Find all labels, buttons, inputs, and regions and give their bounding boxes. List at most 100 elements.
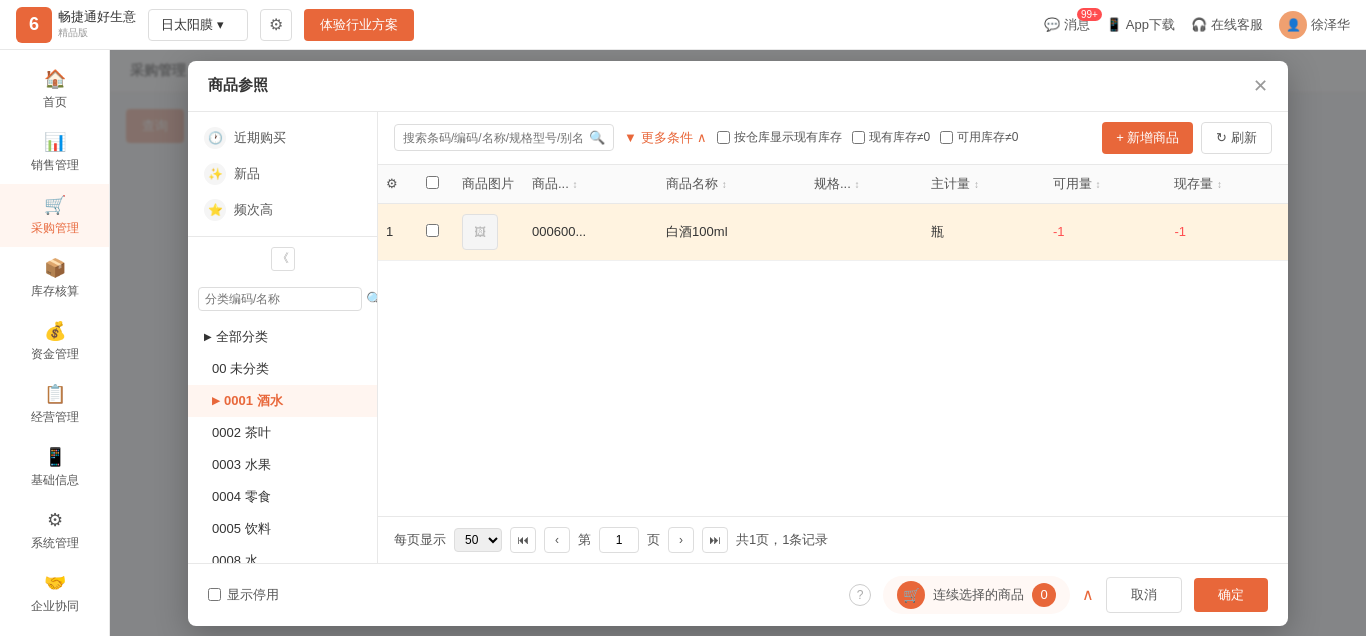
- recent-icon: 🕐: [204, 127, 226, 149]
- col-unit[interactable]: 主计量: [923, 165, 1045, 204]
- product-table: ⚙ 商品图片 商品...: [378, 165, 1288, 261]
- sidebar-item-cooperation[interactable]: 🤝 企业协同: [0, 562, 109, 625]
- logo-sub: 精品版: [58, 26, 136, 40]
- filter-by-warehouse[interactable]: 按仓库显示现有库存: [717, 129, 842, 146]
- top-nav: 6 畅捷通好生意 精品版 日太阳膜 ▾ ⚙ 体验行业方案 💬 消息 99+ 📱 …: [0, 0, 1366, 50]
- first-page-button[interactable]: ⏮: [510, 527, 536, 553]
- nav-right: 💬 消息 99+ 📱 App下载 🎧 在线客服 👤 徐泽华: [1044, 11, 1350, 39]
- left-panel: 🕐 近期购买 ✨ 新品 ⭐ 频次高: [188, 112, 378, 563]
- sidebar-item-operations[interactable]: 📋 经营管理: [0, 373, 109, 436]
- quick-filter-new[interactable]: ✨ 新品: [188, 156, 377, 192]
- user-nav-item[interactable]: 👤 徐泽华: [1279, 11, 1350, 39]
- system-icon: ⚙: [47, 509, 63, 531]
- filter-nonzero-available[interactable]: 可用库存≠0: [940, 129, 1018, 146]
- trial-button[interactable]: 体验行业方案: [304, 9, 414, 41]
- collapse-panel-button[interactable]: 《: [271, 247, 295, 271]
- sales-icon: 📊: [44, 131, 66, 153]
- cooperation-icon: 🤝: [44, 572, 66, 594]
- product-thumbnail: 🖼: [462, 214, 498, 250]
- tenant-dropdown[interactable]: 日太阳膜 ▾: [148, 9, 248, 41]
- category-search-input[interactable]: [198, 287, 362, 311]
- col-code[interactable]: 商品...: [524, 165, 658, 204]
- home-icon: 🏠: [44, 68, 66, 90]
- modal-overlay: 商品参照 ✕ 🕐 近期购买 ✨ 新: [110, 50, 1366, 636]
- col-image: 商品图片: [454, 165, 524, 204]
- col-settings[interactable]: ⚙: [378, 165, 418, 204]
- sidebar-item-inventory[interactable]: 📦 库存核算: [0, 247, 109, 310]
- pagination-bar: 每页显示 50 ⏮ ‹ 第 页 › ⏭ 共1页，1条记录: [378, 516, 1288, 563]
- modal-title: 商品参照: [208, 76, 268, 95]
- sidebar-item-sales[interactable]: 📊 销售管理: [0, 121, 109, 184]
- cat-item-water[interactable]: 0008 水: [188, 545, 377, 563]
- modal-close-button[interactable]: ✕: [1253, 75, 1268, 97]
- cat-item-fruit[interactable]: 0003 水果: [188, 449, 377, 481]
- support-nav-item[interactable]: 🎧 在线客服: [1191, 16, 1263, 34]
- last-page-button[interactable]: ⏭: [702, 527, 728, 553]
- category-list: ▶ 全部分类 00 未分类 ▶ 0001 酒水 0002 茶: [188, 317, 377, 563]
- col-stock[interactable]: 现存量: [1166, 165, 1288, 204]
- product-table-wrapper: ⚙ 商品图片 商品...: [378, 165, 1288, 516]
- page-size-select[interactable]: 50: [454, 528, 502, 552]
- col-available[interactable]: 可用量: [1045, 165, 1167, 204]
- help-icon[interactable]: ?: [849, 584, 871, 606]
- quick-filters: 🕐 近期购买 ✨ 新品 ⭐ 频次高: [188, 112, 377, 237]
- sidebar-item-purchase[interactable]: 🛒 采购管理: [0, 184, 109, 247]
- content-area: 采购管理 查询 设置 刷新 商品参照 ✕: [110, 50, 1366, 636]
- avatar: 👤: [1279, 11, 1307, 39]
- col-name[interactable]: 商品名称: [658, 165, 806, 204]
- product-search-box: 🔍: [394, 124, 614, 151]
- settings-button[interactable]: ⚙: [260, 9, 292, 41]
- cat-item-liquor[interactable]: ▶ 0001 酒水: [188, 385, 377, 417]
- main-layout: 🏠 首页 📊 销售管理 🛒 采购管理 📦 库存核算 💰 资金管理 📋 经营管理 …: [0, 50, 1366, 636]
- sidebar-item-home[interactable]: 🏠 首页: [0, 58, 109, 121]
- product-name: 白酒100ml: [658, 203, 806, 260]
- search-icon[interactable]: 🔍: [589, 130, 605, 145]
- cat-item-uncategorized[interactable]: 00 未分类: [188, 353, 377, 385]
- phone-icon: 📱: [1106, 17, 1122, 32]
- category-search-icon[interactable]: 🔍: [366, 291, 378, 307]
- modal-body: 🕐 近期购买 ✨ 新品 ⭐ 频次高: [188, 112, 1288, 563]
- logo-area: 6 畅捷通好生意 精品版: [16, 7, 136, 43]
- gear-icon: ⚙: [269, 15, 283, 34]
- select-all-checkbox[interactable]: [426, 176, 439, 189]
- prev-page-button[interactable]: ‹: [544, 527, 570, 553]
- cat-item-snacks[interactable]: 0004 零食: [188, 481, 377, 513]
- message-icon: 💬: [1044, 17, 1060, 32]
- row-checkbox[interactable]: [426, 224, 439, 237]
- messages-nav-item[interactable]: 💬 消息 99+: [1044, 16, 1090, 34]
- inventory-icon: 📦: [44, 257, 66, 279]
- sidebar-item-system[interactable]: ⚙ 系统管理: [0, 499, 109, 562]
- new-product-button[interactable]: + 新增商品: [1102, 122, 1193, 154]
- sidebar-item-finance[interactable]: 💰 资金管理: [0, 310, 109, 373]
- table-row[interactable]: 1 🖼 000600...: [378, 203, 1288, 260]
- modal-header: 商品参照 ✕: [188, 61, 1288, 112]
- display-disabled-checkbox[interactable]: 显示停用: [208, 586, 279, 604]
- cart-icon: 🛒: [897, 581, 925, 609]
- next-page-button[interactable]: ›: [668, 527, 694, 553]
- cancel-button[interactable]: 取消: [1106, 577, 1182, 613]
- col-spec[interactable]: 规格...: [806, 165, 923, 204]
- category-search-row: 🔍: [188, 281, 377, 317]
- product-search-input[interactable]: [403, 131, 583, 145]
- filter-nonzero-stock[interactable]: 现有库存≠0: [852, 129, 930, 146]
- sidebar-item-basic-info[interactable]: 📱 基础信息: [0, 436, 109, 499]
- logo-text: 畅捷通好生意: [58, 9, 136, 26]
- app-download-nav-item[interactable]: 📱 App下载: [1106, 16, 1175, 34]
- quick-filter-recent[interactable]: 🕐 近期购买: [188, 120, 377, 156]
- sidebar-item-guide[interactable]: 📖 新手引导: [0, 625, 109, 636]
- quick-filter-frequent[interactable]: ⭐ 频次高: [188, 192, 377, 228]
- cat-item-all[interactable]: ▶ 全部分类: [188, 321, 377, 353]
- headset-icon: 🎧: [1191, 17, 1207, 32]
- arrow-icon: ▶: [212, 395, 220, 406]
- refresh-button[interactable]: ↻ 刷新: [1201, 122, 1272, 154]
- basic-info-icon: 📱: [44, 446, 66, 468]
- expand-icon: ▶: [204, 331, 212, 342]
- cart-area[interactable]: 🛒 连续选择的商品 0: [883, 576, 1070, 614]
- collapse-footer-icon[interactable]: ∧: [1082, 585, 1094, 604]
- more-filters-button[interactable]: ▼ 更多条件 ∧: [624, 125, 707, 151]
- cat-item-drinks[interactable]: 0005 饮料: [188, 513, 377, 545]
- cat-item-tea[interactable]: 0002 茶叶: [188, 417, 377, 449]
- confirm-button[interactable]: 确定: [1194, 578, 1268, 612]
- right-panel: 🔍 ▼ 更多条件 ∧ 按仓库显示现有库存: [378, 112, 1288, 563]
- page-number-input[interactable]: [599, 527, 639, 553]
